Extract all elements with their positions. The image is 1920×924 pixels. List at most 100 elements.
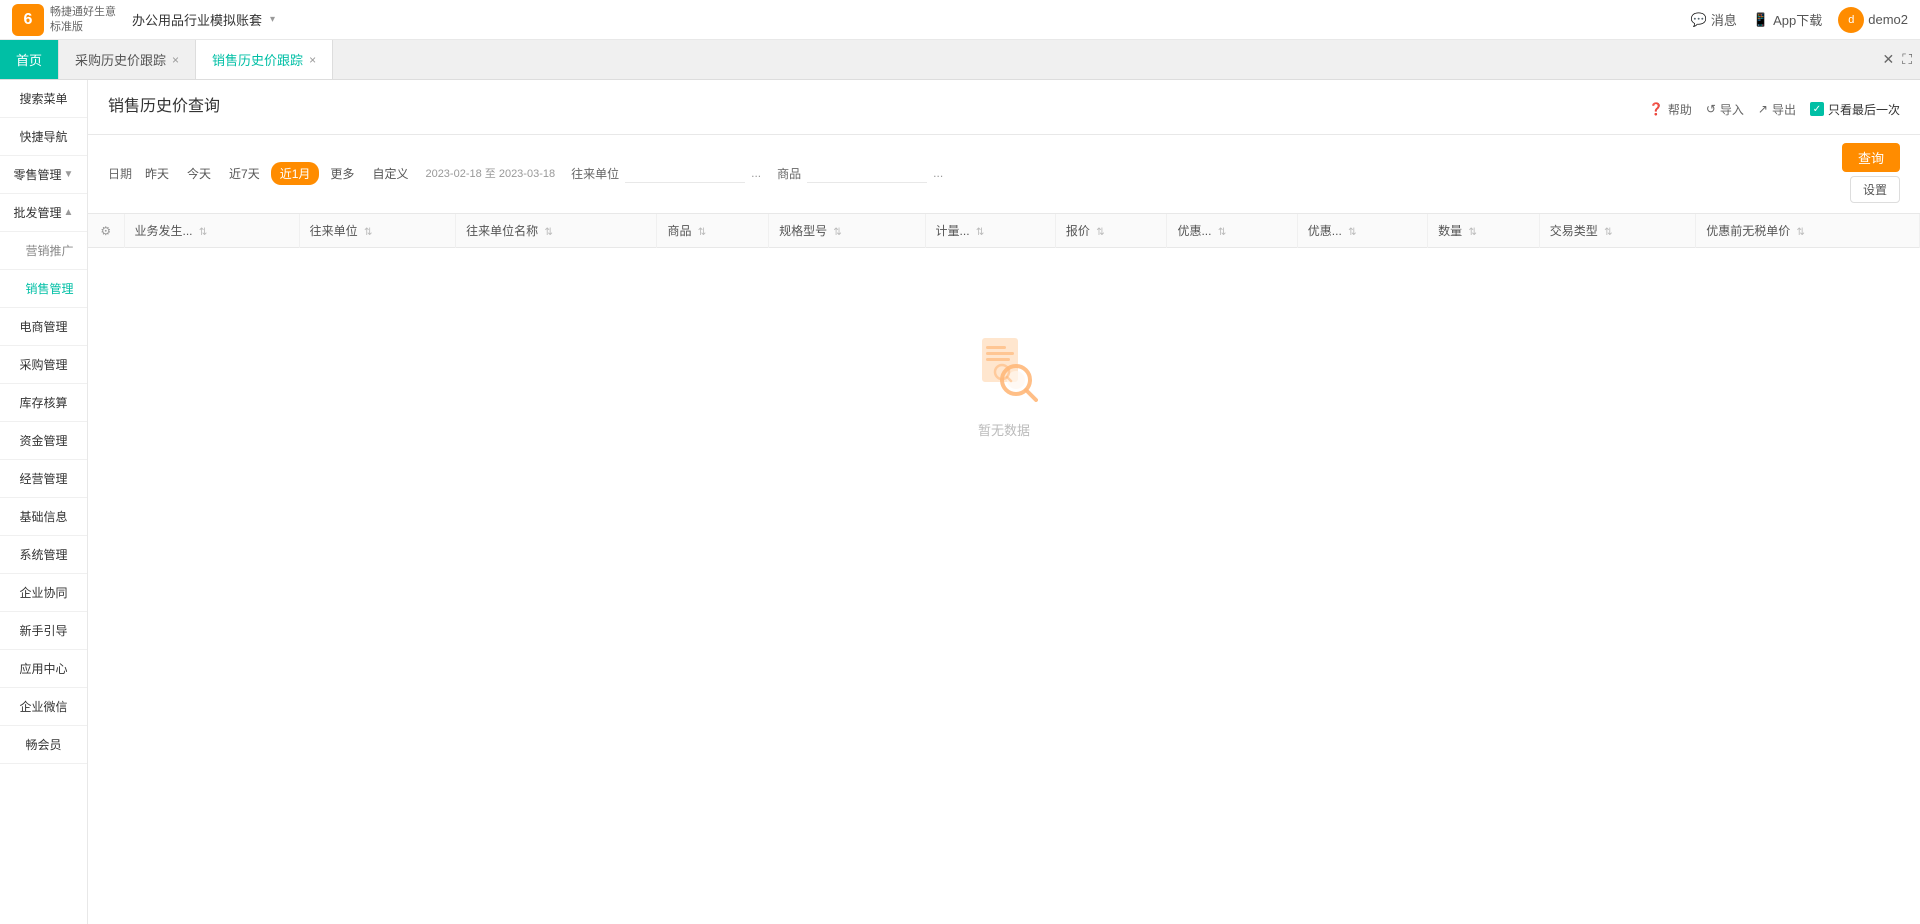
sidebar-item-operations[interactable]: 经营管理: [0, 460, 87, 498]
enterprise-wechat-label: 企业微信: [19, 698, 67, 715]
sort-arrow-icon[interactable]: ⇅: [1096, 227, 1104, 238]
date-btn-more[interactable]: 更多: [323, 162, 361, 185]
sales-tab-close[interactable]: ×: [309, 53, 316, 67]
tab-home[interactable]: 首页: [0, 40, 59, 79]
filter-bar: 日期 昨天 今天 近7天 近1月 更多 自定义 2023-02-18 至 202…: [88, 135, 1920, 214]
import-btn[interactable]: ↺ 导入: [1706, 101, 1744, 118]
retail-arrow-icon: ▼: [64, 169, 74, 180]
table-container: ⚙ 业务发生... ⇅ 往来单位 ⇅ 往来单位名称 ⇅: [88, 214, 1920, 924]
user-menu[interactable]: d demo2: [1838, 7, 1908, 33]
date-btn-today[interactable]: 今天: [180, 162, 218, 185]
sort-arrow-icon[interactable]: ⇅: [199, 227, 207, 238]
page-title: 销售历史价查询: [108, 92, 220, 116]
close-all-btn[interactable]: ✕: [1882, 51, 1894, 68]
logo-area: 6 畅捷通好生意 标准版: [12, 4, 116, 36]
export-btn[interactable]: ↗ 导出: [1758, 101, 1796, 118]
search-menu-label: 搜索菜单: [19, 90, 67, 107]
tab-sales[interactable]: 销售历史价跟踪 ×: [196, 40, 333, 79]
sidebar-item-inventory[interactable]: 库存核算: [0, 384, 87, 422]
sort-arrow-icon[interactable]: ⇅: [1797, 227, 1805, 238]
table-col-unit: 计量... ⇅: [925, 214, 1055, 248]
table-col-discount2: 优惠... ⇅: [1297, 214, 1427, 248]
avatar: d: [1838, 7, 1864, 33]
sort-arrow-icon[interactable]: ⇅: [698, 227, 706, 238]
date-buttons: 昨天 今天 近7天 近1月 更多 自定义: [138, 162, 415, 185]
app-download-btn[interactable]: 📱 App下载: [1753, 10, 1822, 29]
query-button[interactable]: 查询: [1842, 143, 1900, 172]
sidebar-item-quick-nav[interactable]: 快捷导航: [0, 118, 87, 156]
date-btn-yesterday[interactable]: 昨天: [138, 162, 176, 185]
empty-text: 暂无数据: [978, 420, 1030, 439]
wholesale-arrow-icon: ▲: [64, 207, 74, 218]
sidebar-item-basic-info[interactable]: 基础信息: [0, 498, 87, 536]
sidebar-item-wholesale[interactable]: 批发管理 ▲: [0, 194, 87, 232]
purchase-tab-close[interactable]: ×: [172, 53, 179, 67]
sidebar-item-member[interactable]: 畅会员: [0, 726, 87, 764]
table-col-pretax: 优惠前无税单价 ⇅: [1696, 214, 1920, 248]
retail-label: 零售管理: [14, 166, 62, 183]
empty-icon: [964, 328, 1044, 408]
settings-button[interactable]: 设置: [1850, 176, 1900, 203]
date-btn-7days[interactable]: 近7天: [222, 162, 267, 185]
marketing-label: 营销推广: [25, 242, 73, 259]
partner-label: 往来单位: [571, 165, 619, 182]
goods-dots-btn[interactable]: ...: [933, 166, 943, 180]
sort-arrow-icon[interactable]: ⇅: [1604, 227, 1612, 238]
import-icon: ↺: [1706, 102, 1716, 116]
sort-arrow-icon[interactable]: ⇅: [1468, 227, 1476, 238]
sidebar-item-finance[interactable]: 资金管理: [0, 422, 87, 460]
page-header: 销售历史价查询 ❓ 帮助 ↺ 导入 ↗ 导出 ✓: [88, 80, 1920, 135]
date-btn-custom[interactable]: 自定义: [365, 162, 415, 185]
checkbox-checked-icon: ✓: [1810, 102, 1824, 116]
goods-filter-group: 商品 ...: [777, 164, 943, 183]
sidebar-item-app-center[interactable]: 应用中心: [0, 650, 87, 688]
sidebar-item-enterprise[interactable]: 企业协同: [0, 574, 87, 612]
sort-arrow-icon[interactable]: ⇅: [833, 227, 841, 238]
goods-input[interactable]: [807, 164, 927, 183]
content-area: 销售历史价查询 ❓ 帮助 ↺ 导入 ↗ 导出 ✓: [88, 80, 1920, 924]
date-label: 日期: [108, 165, 132, 182]
sidebar-item-enterprise-wechat[interactable]: 企业微信: [0, 688, 87, 726]
purchase-label: 采购管理: [19, 356, 67, 373]
sort-arrow-icon[interactable]: ⇅: [976, 227, 984, 238]
topbar-right: 💬 消息 📱 App下载 d demo2: [1691, 7, 1908, 33]
sort-arrow-icon[interactable]: ⇅: [1348, 227, 1356, 238]
sidebar-item-sales-mgmt[interactable]: 销售管理: [0, 270, 87, 308]
table-col-goods: 商品 ⇅: [657, 214, 769, 248]
sales-mgmt-label: 销售管理: [25, 280, 73, 297]
quick-nav-label: 快捷导航: [19, 128, 67, 145]
sidebar-item-purchase[interactable]: 采购管理: [0, 346, 87, 384]
enterprise-label: 企业协同: [19, 584, 67, 601]
partner-input[interactable]: [625, 164, 745, 183]
sidebar-item-ecommerce[interactable]: 电商管理: [0, 308, 87, 346]
table-col-settings[interactable]: ⚙: [88, 214, 124, 248]
tabbar: 首页 采购历史价跟踪 × 销售历史价跟踪 × ✕ ⛶: [0, 40, 1920, 80]
maximize-btn[interactable]: ⛶: [1902, 51, 1912, 68]
app-center-label: 应用中心: [19, 660, 67, 677]
only-last-checkbox[interactable]: ✓ 只看最后一次: [1810, 101, 1900, 118]
sort-arrow-icon[interactable]: ⇅: [1218, 227, 1226, 238]
sidebar-item-search-menu[interactable]: 搜索菜单: [0, 80, 87, 118]
message-btn[interactable]: 💬 消息: [1691, 10, 1737, 29]
phone-icon: 📱: [1753, 12, 1769, 28]
sidebar: 搜索菜单 快捷导航 零售管理 ▼ 批发管理 ▲ 营销推广 销售管理 电商管理 采…: [0, 80, 88, 924]
sort-arrow-icon[interactable]: ⇅: [544, 227, 552, 238]
partner-dots-btn[interactable]: ...: [751, 166, 761, 180]
system-label: 系统管理: [19, 546, 67, 563]
sidebar-item-marketing[interactable]: 营销推广: [0, 232, 87, 270]
tab-purchase[interactable]: 采购历史价跟踪 ×: [59, 40, 196, 79]
sidebar-item-retail[interactable]: 零售管理 ▼: [0, 156, 87, 194]
export-icon: ↗: [1758, 102, 1768, 116]
purchase-tab-label: 采购历史价跟踪: [75, 50, 166, 69]
table-col-partner-name: 往来单位名称 ⇅: [456, 214, 657, 248]
sort-arrow-icon[interactable]: ⇅: [364, 227, 372, 238]
data-table: ⚙ 业务发生... ⇅ 往来单位 ⇅ 往来单位名称 ⇅: [88, 214, 1920, 248]
dropdown-arrow-icon[interactable]: ▾: [270, 14, 275, 25]
sidebar-item-system[interactable]: 系统管理: [0, 536, 87, 574]
sidebar-item-guide[interactable]: 新手引导: [0, 612, 87, 650]
date-btn-1month[interactable]: 近1月: [271, 162, 320, 185]
help-btn[interactable]: ❓ 帮助: [1649, 101, 1692, 118]
topbar: 6 畅捷通好生意 标准版 办公用品行业模拟账套 ▾ 💬 消息 📱 App下载 d…: [0, 0, 1920, 40]
guide-label: 新手引导: [19, 622, 67, 639]
gear-icon[interactable]: ⚙: [100, 224, 111, 238]
